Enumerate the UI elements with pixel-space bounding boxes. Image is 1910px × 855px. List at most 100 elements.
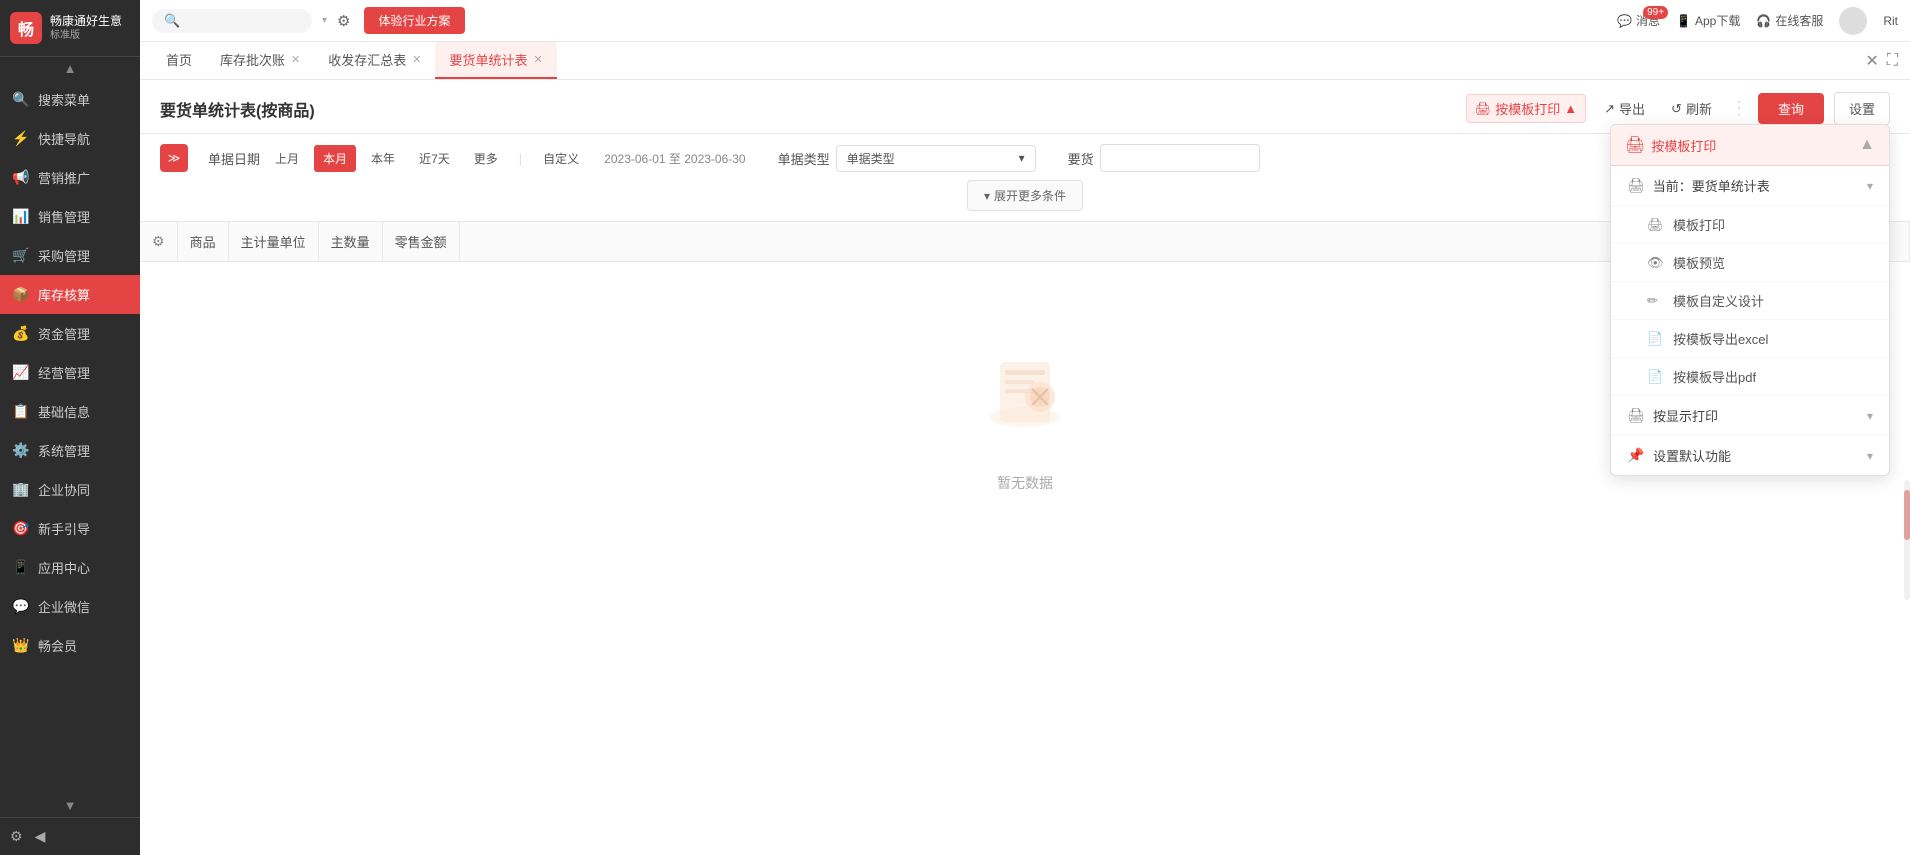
dropdown-template-preview[interactable]: 👁 模板预览 bbox=[1611, 244, 1889, 282]
dropdown-set-default-section[interactable]: 📌 设置默认功能 ▾ bbox=[1611, 436, 1889, 475]
app-download-label: App下载 bbox=[1695, 12, 1740, 29]
app-download-item[interactable]: 📱 App下载 bbox=[1676, 12, 1740, 29]
sidebar-item-label: 新手引导 bbox=[38, 519, 90, 538]
tab-receivable-summary[interactable]: 收发存汇总表 ✕ bbox=[314, 42, 435, 79]
export-icon: ↗ bbox=[1604, 101, 1615, 117]
sidebar-scroll-down[interactable]: ▼ bbox=[0, 794, 140, 817]
topbar-right: 💬 消息 99+ 📱 App下载 🎧 在线客服 Rit bbox=[1617, 7, 1898, 35]
sidebar-item-quick-nav[interactable]: ⚡ 快捷导航 bbox=[0, 119, 140, 158]
message-item[interactable]: 💬 消息 99+ bbox=[1617, 12, 1660, 29]
filter-expand-icon-btn[interactable]: ≫ bbox=[160, 144, 188, 172]
sidebar-item-sales[interactable]: 📊 销售管理 bbox=[0, 197, 140, 236]
system-icon: ⚙️ bbox=[12, 442, 30, 460]
sidebar-item-inventory[interactable]: 📦 库存核算 bbox=[0, 275, 140, 314]
sidebar-scroll-up[interactable]: ▲ bbox=[0, 57, 140, 80]
sidebar-item-basic-info[interactable]: 📋 基础信息 bbox=[0, 392, 140, 431]
dropdown-template-print[interactable]: 🖨 模板打印 bbox=[1611, 206, 1889, 244]
topbar-search-input[interactable] bbox=[186, 14, 286, 28]
tab-requisition-stats[interactable]: 要货单统计表 ✕ bbox=[435, 42, 556, 79]
requisition-filter-label: 要货 bbox=[1068, 149, 1094, 168]
page-actions: 🖨 按模板打印 ▲ ↗ 导出 ↺ 刷新 ⋮ 查询 设置 bbox=[1466, 92, 1890, 125]
type-select-dropdown[interactable]: 单据类型 ▾ bbox=[836, 145, 1036, 172]
sidebar-item-app-center[interactable]: 📱 应用中心 bbox=[0, 548, 140, 587]
member-icon: 👑 bbox=[12, 637, 30, 655]
dropdown-title-label: 按模板打印 bbox=[1651, 136, 1716, 155]
date-btn-more[interactable]: 更多 bbox=[465, 145, 507, 172]
tab-home[interactable]: 首页 bbox=[152, 42, 206, 79]
online-service-label: 在线客服 bbox=[1775, 12, 1823, 29]
sales-icon: 📊 bbox=[12, 208, 30, 226]
requisition-input[interactable] bbox=[1100, 144, 1260, 172]
sidebar-bottom: ⚙ ◀ bbox=[0, 817, 140, 855]
type-select-arrow-icon: ▾ bbox=[1019, 151, 1025, 165]
message-badge: 99+ bbox=[1643, 6, 1668, 19]
sidebar-item-label: 快捷导航 bbox=[38, 129, 90, 148]
requisition-filter-item: 要货 bbox=[1068, 144, 1260, 172]
tabbar-expand-icon[interactable]: ⛶ bbox=[1887, 52, 1898, 70]
message-icon: 💬 bbox=[1617, 14, 1632, 28]
sidebar-item-marketing[interactable]: 📢 营销推广 bbox=[0, 158, 140, 197]
dropdown-close-btn[interactable]: ▲ bbox=[1859, 136, 1875, 154]
scrollbar-thumb[interactable] bbox=[1904, 490, 1910, 540]
date-filter-item: 单据日期 上月 本月 本年 近7天 更多 | 自定义 bbox=[208, 145, 588, 172]
sidebar-item-label: 基础信息 bbox=[38, 402, 90, 421]
username-label: Rit bbox=[1883, 14, 1898, 28]
dropdown-header-icon: 🖨 bbox=[1625, 135, 1645, 155]
filter-toggle-icon[interactable]: ≫ bbox=[160, 144, 188, 172]
sidebar-item-enterprise[interactable]: 🏢 企业协同 bbox=[0, 470, 140, 509]
sidebar-item-enterprise-wx[interactable]: 💬 企业微信 bbox=[0, 587, 140, 626]
tab-inventory-batch-close[interactable]: ✕ bbox=[291, 53, 300, 66]
sidebar-item-guide[interactable]: 🎯 新手引导 bbox=[0, 509, 140, 548]
set-default-label: 设置默认功能 bbox=[1653, 446, 1731, 465]
table-settings-icon[interactable]: ⚙ bbox=[152, 233, 165, 249]
export-action-btn[interactable]: ↗ 导出 bbox=[1596, 95, 1653, 122]
topbar-dropdown-icon[interactable]: ▾ bbox=[322, 15, 327, 26]
sidebar-item-label: 搜索菜单 bbox=[38, 90, 90, 109]
export-btn-label: 导出 bbox=[1619, 99, 1645, 118]
enterprise-icon: 🏢 bbox=[12, 481, 30, 499]
sidebar-item-purchase[interactable]: 🛒 采购管理 bbox=[0, 236, 140, 275]
sidebar-item-system[interactable]: ⚙️ 系统管理 bbox=[0, 431, 140, 470]
date-btn-custom[interactable]: 自定义 bbox=[534, 145, 588, 172]
refresh-action-btn[interactable]: ↺ 刷新 bbox=[1663, 95, 1720, 122]
sidebar-item-label: 资金管理 bbox=[38, 324, 90, 343]
dropdown-template-design[interactable]: ✏ 模板自定义设计 bbox=[1611, 282, 1889, 320]
purchase-icon: 🛒 bbox=[12, 247, 30, 265]
display-print-chevron: ▾ bbox=[1867, 409, 1873, 423]
sidebar-item-member[interactable]: 👑 畅会员 bbox=[0, 626, 140, 665]
date-btn-this-month[interactable]: 本月 bbox=[314, 145, 356, 172]
user-avatar[interactable] bbox=[1839, 7, 1867, 35]
online-service-item[interactable]: 🎧 在线客服 bbox=[1756, 12, 1823, 29]
tabbar-close-all-icon[interactable]: ✕ bbox=[1865, 51, 1878, 71]
sidebar-settings-btn[interactable]: ⚙ bbox=[10, 828, 23, 845]
dropdown-display-print-section[interactable]: 🖨 按显示打印 ▾ bbox=[1611, 396, 1889, 436]
print-chevron-up-icon: ▲ bbox=[1564, 101, 1577, 116]
settings-button[interactable]: 设置 bbox=[1834, 92, 1890, 125]
dropdown-template-export-excel[interactable]: 📄 按模板导出excel bbox=[1611, 320, 1889, 358]
tab-inventory-batch[interactable]: 库存批次账 ✕ bbox=[206, 42, 314, 79]
date-btn-last-month[interactable]: 上月 bbox=[266, 145, 308, 172]
sidebar-collapse-btn[interactable]: ◀ bbox=[35, 828, 46, 845]
page-content: 要货单统计表(按商品) 🖨 按模板打印 ▲ ↗ 导出 ↺ 刷新 ⋮ 查询 设置 bbox=[140, 80, 1910, 855]
dropdown-template-export-pdf[interactable]: 📄 按模板导出pdf bbox=[1611, 358, 1889, 396]
date-btn-this-year[interactable]: 本年 bbox=[362, 145, 404, 172]
print-action-btn[interactable]: 🖨 按模板打印 ▲ bbox=[1466, 94, 1586, 123]
tab-requisition-stats-close[interactable]: ✕ bbox=[534, 53, 543, 66]
query-button[interactable]: 查询 bbox=[1758, 93, 1824, 124]
sidebar-item-search[interactable]: 🔍 搜索菜单 bbox=[0, 80, 140, 119]
operations-icon: 📈 bbox=[12, 364, 30, 382]
dropdown-current-item[interactable]: 🖨 当前：要货单统计表 ▾ bbox=[1611, 166, 1889, 206]
trial-industry-button[interactable]: 体验行业方案 bbox=[364, 7, 464, 34]
finance-icon: 💰 bbox=[12, 325, 30, 343]
sidebar-item-label: 库存核算 bbox=[38, 285, 90, 304]
tab-receivable-summary-close[interactable]: ✕ bbox=[412, 53, 421, 66]
expand-more-btn[interactable]: ▾ 展开更多条件 bbox=[967, 180, 1083, 211]
sidebar-item-operations[interactable]: 📈 经营管理 bbox=[0, 353, 140, 392]
current-template-icon: 🖨 bbox=[1627, 177, 1645, 194]
topbar-search-box[interactable]: 🔍 bbox=[152, 9, 312, 33]
page-header: 要货单统计表(按商品) 🖨 按模板打印 ▲ ↗ 导出 ↺ 刷新 ⋮ 查询 设置 bbox=[140, 80, 1910, 134]
template-preview-icon: 👁 bbox=[1647, 255, 1665, 271]
topbar-settings-icon[interactable]: ⚙ bbox=[337, 12, 350, 30]
sidebar-item-finance[interactable]: 💰 资金管理 bbox=[0, 314, 140, 353]
date-btn-7days[interactable]: 近7天 bbox=[410, 145, 459, 172]
